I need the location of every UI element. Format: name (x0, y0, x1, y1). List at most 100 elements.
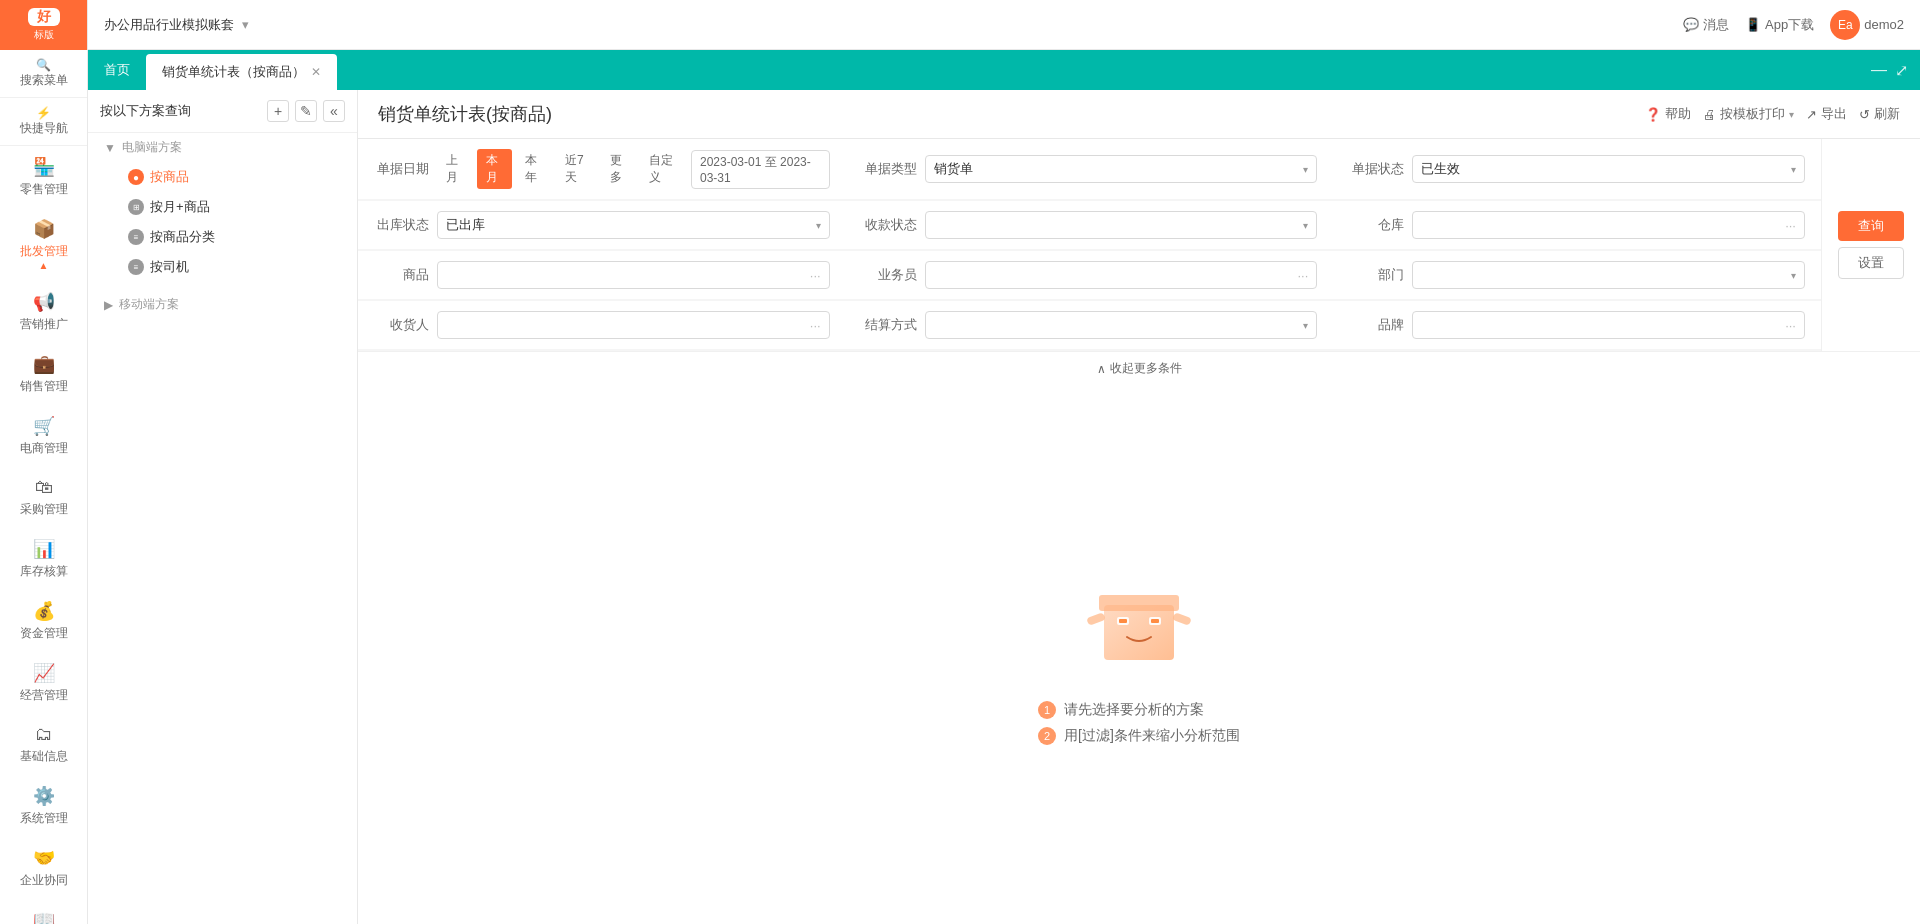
by-month-goods-icon: ⊞ (128, 199, 144, 215)
enterprise-label: 企业协同 (20, 872, 68, 889)
empty-tip-1: 1 请先选择要分析的方案 (1038, 701, 1240, 719)
marketing-label: 营销推广 (20, 316, 68, 333)
doc-status-arrow: ▾ (1791, 164, 1796, 175)
sidebar-item-sales[interactable]: 💼 销售管理 (0, 343, 87, 405)
refresh-icon: ↺ (1859, 107, 1870, 122)
out-status-value: 已出库 (446, 216, 485, 234)
finance-label: 资金管理 (20, 625, 68, 642)
doc-type-control[interactable]: 销货单 ▾ (925, 155, 1318, 183)
sidebar-item-purchase[interactable]: 🛍 采购管理 (0, 467, 87, 528)
search-icon: 🔍 (36, 58, 51, 72)
ecommerce-icon: 🛒 (33, 415, 55, 437)
collapse-panel-btn[interactable]: « (323, 100, 345, 122)
industry-dropdown-icon[interactable]: ▾ (242, 17, 249, 32)
date-range-text[interactable]: 2023-03-01 至 2023-03-31 (691, 150, 830, 189)
sidebar-item-quick[interactable]: ⚡ 快捷导航 (0, 98, 87, 146)
doc-type-label: 单据类型 (862, 160, 917, 178)
goods-control[interactable]: ··· (437, 261, 830, 289)
top-bar: 办公用品行业模拟账套 ▾ 💬 消息 📱 App下载 Ea demo2 (88, 0, 1920, 50)
sidebar-item-finance[interactable]: 💰 资金管理 (0, 590, 87, 652)
tab-minimize-icon[interactable]: — (1871, 61, 1887, 79)
query-button[interactable]: 查询 (1838, 211, 1904, 241)
brand-control[interactable]: ··· (1412, 311, 1805, 339)
sidebar-item-retail[interactable]: 🏪 零售管理 (0, 146, 87, 208)
edit-scheme-btn[interactable]: ✎ (295, 100, 317, 122)
tab-bar-actions: — ⤢ (1871, 61, 1920, 80)
by-month-goods-label: 按月+商品 (150, 198, 210, 216)
filter-salesman: 业务员 ··· (846, 251, 1334, 300)
sidebar-item-enterprise[interactable]: 🤝 企业协同 (0, 837, 87, 899)
tree-item-by-goods[interactable]: ● 按商品 (120, 162, 357, 192)
receiver-control[interactable]: ··· (437, 311, 830, 339)
message-icon: 💬 (1683, 17, 1699, 32)
salesman-control[interactable]: ··· (925, 261, 1318, 289)
app-name: 标版 (34, 28, 54, 42)
sidebar-item-marketing[interactable]: 📢 营销推广 (0, 281, 87, 343)
sidebar-item-system[interactable]: ⚙️ 系统管理 (0, 775, 87, 837)
date-btn-more[interactable]: 更多 (601, 149, 637, 189)
sidebar-item-wholesale[interactable]: 📦 批发管理 ▲ (0, 208, 87, 281)
filter-receipt-status: 收款状态 ▾ (846, 201, 1334, 250)
date-btn-this-year[interactable]: 本年 (516, 149, 552, 189)
dept-control[interactable]: ▾ (1412, 261, 1805, 289)
date-btn-custom[interactable]: 自定义 (640, 149, 685, 189)
salesman-dots: ··· (1297, 268, 1308, 283)
svg-rect-5 (1151, 619, 1159, 623)
tab-home[interactable]: 首页 (88, 50, 146, 90)
doc-status-control[interactable]: 已生效 ▾ (1412, 155, 1805, 183)
operations-icon: 📈 (33, 662, 55, 684)
sidebar-item-guide[interactable]: 📖 新手引导 (0, 899, 87, 924)
by-category-label: 按商品分类 (150, 228, 215, 246)
template-print-btn[interactable]: 🖨 按模板打印 ▾ (1703, 105, 1794, 123)
tab-bar: 首页 销货单统计表（按商品） ✕ — ⤢ (88, 50, 1920, 90)
svg-rect-6 (1086, 612, 1106, 626)
refresh-btn[interactable]: ↺ 刷新 (1859, 105, 1900, 123)
expand-pc-icon[interactable]: ▼ (104, 141, 116, 155)
tree-item-by-month-goods[interactable]: ⊞ 按月+商品 (120, 192, 357, 222)
payment-label: 结算方式 (862, 316, 917, 334)
goods-dots: ··· (810, 268, 821, 283)
app-download-btn[interactable]: 📱 App下载 (1745, 16, 1814, 34)
add-scheme-btn[interactable]: + (267, 100, 289, 122)
sidebar-item-operations[interactable]: 📈 经营管理 (0, 652, 87, 714)
tip-1-text: 请先选择要分析的方案 (1064, 701, 1204, 719)
tab-maximize-icon[interactable]: ⤢ (1895, 61, 1908, 80)
sidebar-item-inventory[interactable]: 📊 库存核算 (0, 528, 87, 590)
page-title: 销货单统计表(按商品) (378, 102, 552, 126)
sidebar-item-basic[interactable]: 🗂 基础信息 (0, 714, 87, 775)
filter-payment: 结算方式 ▾ (846, 301, 1334, 350)
marketing-icon: 📢 (33, 291, 55, 313)
sidebar-item-search[interactable]: 🔍 搜索菜单 (0, 50, 87, 98)
filter-goods: 商品 ··· (358, 251, 846, 300)
content-area: 按以下方案查询 + ✎ « ▼ 电脑端方案 ● 按商品 ⊞ 按月+商品 (88, 90, 1920, 924)
tab-close-icon[interactable]: ✕ (311, 65, 321, 79)
date-btn-last-month[interactable]: 上月 (437, 149, 473, 189)
tree-item-by-category[interactable]: ≡ 按商品分类 (120, 222, 357, 252)
query-panel: 单据日期 上月 本月 本年 近7天 更多 自定义 (358, 139, 1920, 385)
filter-dept: 部门 ▾ (1333, 251, 1821, 300)
left-panel-actions: + ✎ « (267, 100, 345, 122)
filter-doc-status: 单据状态 已生效 ▾ (1333, 139, 1821, 200)
warehouse-control[interactable]: ··· (1412, 211, 1805, 239)
receipt-status-control[interactable]: ▾ (925, 211, 1318, 239)
out-status-control[interactable]: 已出库 ▾ (437, 211, 830, 239)
industry-name: 办公用品行业模拟账套 (104, 16, 234, 34)
date-btn-this-month[interactable]: 本月 (477, 149, 513, 189)
tree-item-by-driver[interactable]: ≡ 按司机 (120, 252, 357, 282)
help-btn[interactable]: ❓ 帮助 (1645, 105, 1691, 123)
message-btn[interactable]: 💬 消息 (1683, 16, 1729, 34)
date-btn-7days[interactable]: 近7天 (556, 149, 597, 189)
expand-mobile-icon[interactable]: ▶ (104, 298, 113, 312)
settings-button[interactable]: 设置 (1838, 247, 1904, 279)
left-panel-header: 按以下方案查询 + ✎ « (88, 90, 357, 133)
user-area[interactable]: Ea demo2 (1830, 10, 1904, 40)
filter-warehouse: 仓库 ··· (1333, 201, 1821, 250)
basic-icon: 🗂 (35, 724, 53, 745)
export-btn[interactable]: ↗ 导出 (1806, 105, 1847, 123)
svg-rect-7 (1172, 612, 1192, 626)
payment-control[interactable]: ▾ (925, 311, 1318, 339)
app-download-label: App下载 (1765, 16, 1814, 34)
tab-report[interactable]: 销货单统计表（按商品） ✕ (146, 54, 337, 90)
collapse-row[interactable]: ∧ 收起更多条件 (358, 352, 1920, 385)
sidebar-item-ecommerce[interactable]: 🛒 电商管理 (0, 405, 87, 467)
